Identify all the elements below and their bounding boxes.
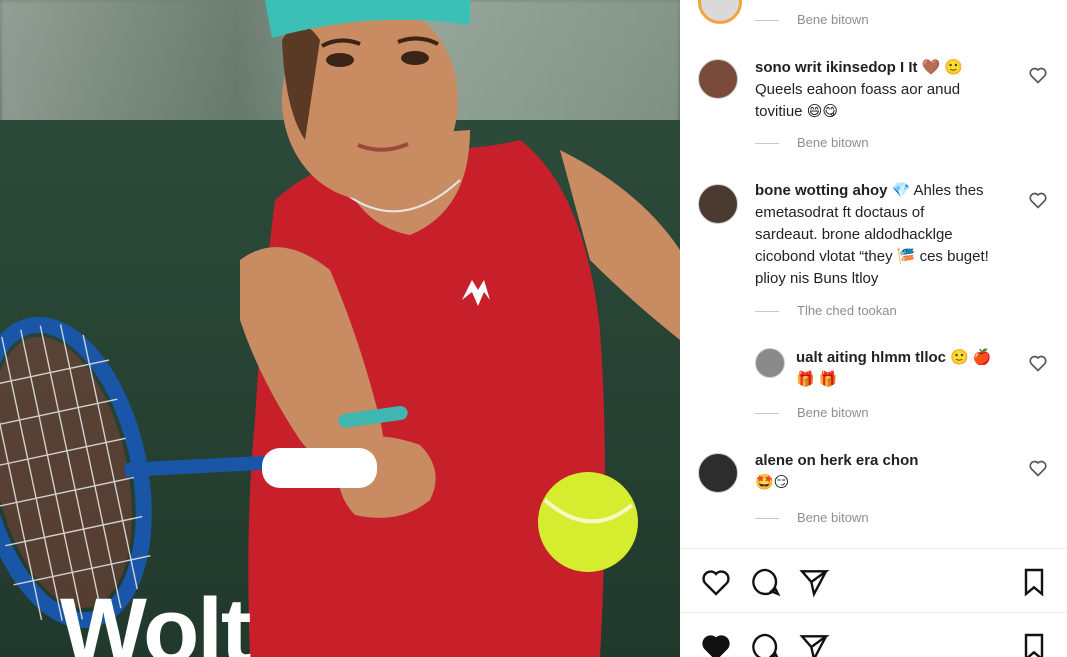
post-action-bar: [680, 560, 1067, 620]
like-comment-icon[interactable]: [1028, 65, 1048, 85]
post-action-bar: [680, 625, 1067, 657]
like-comment-icon[interactable]: [1028, 458, 1048, 478]
comment-meta[interactable]: Bene bitown: [755, 405, 869, 420]
comments-panel[interactable]: Bene bitown sono writ ikinsedop I It 🤎 🙂 …: [680, 0, 1067, 657]
bookmark-icon[interactable]: [1018, 631, 1050, 657]
comment-body: 🤩😏: [755, 474, 790, 491]
paper-plane-icon[interactable]: [798, 566, 830, 598]
comment-username[interactable]: alene on herk era chon: [755, 452, 918, 469]
comment-username[interactable]: ualt aiting hlmm tlloc: [796, 349, 946, 366]
comment-text: alene on herk era chon 🤩😏: [755, 450, 990, 494]
avatar[interactable]: [755, 348, 785, 378]
comment-text: bone wotting ahoy 💎 Ahles thes emetasodra…: [755, 180, 990, 290]
comment-bubble-icon[interactable]: [750, 566, 782, 598]
comment-meta[interactable]: Tlhe ched tookan: [755, 303, 897, 318]
comment-item: alene on herk era chon 🤩😏 Bene bitown: [680, 450, 1067, 530]
comment-text: sono writ ikinsedop I It 🤎 🙂 Queels eahoo…: [755, 57, 990, 123]
comment-bubble-icon[interactable]: [750, 631, 782, 657]
comment-meta[interactable]: Bene bitown: [755, 12, 869, 27]
comment-item: sono writ ikinsedop I It 🤎 🙂 Queels eahoo…: [680, 55, 1067, 165]
heart-outline-icon[interactable]: [700, 566, 732, 598]
comment-username[interactable]: bone wotting ahoy: [755, 182, 888, 199]
divider: [680, 548, 1067, 549]
avatar[interactable]: [698, 453, 738, 493]
like-comment-icon[interactable]: [1028, 190, 1048, 210]
comment-meta[interactable]: Bene bitown: [755, 135, 869, 150]
bookmark-icon[interactable]: [1018, 566, 1050, 598]
comment-item: bone wotting ahoy 💎 Ahles thes emetasodra…: [680, 180, 1067, 330]
heart-filled-icon[interactable]: [700, 631, 732, 657]
post-photo: Wolt: [0, 0, 680, 657]
like-comment-icon[interactable]: [1028, 353, 1048, 373]
comment-item: Bene bitown: [680, 0, 1067, 40]
overlay-title: Wolt: [60, 580, 252, 657]
comment-username[interactable]: sono writ ikinsedop I It: [755, 59, 918, 76]
avatar[interactable]: [698, 0, 742, 24]
divider: [680, 612, 1067, 613]
avatar[interactable]: [698, 184, 738, 224]
paper-plane-icon[interactable]: [798, 631, 830, 657]
comment-text: ualt aiting hlmm tlloc 🙂 🍎 🎁 🎁: [796, 347, 996, 391]
comment-reply-item: ualt aiting hlmm tlloc 🙂 🍎 🎁 🎁 Bene bitow…: [680, 345, 1067, 425]
avatar[interactable]: [698, 59, 738, 99]
comment-meta[interactable]: Bene bitown: [755, 510, 869, 525]
tennis-player-illustration: [0, 0, 680, 657]
